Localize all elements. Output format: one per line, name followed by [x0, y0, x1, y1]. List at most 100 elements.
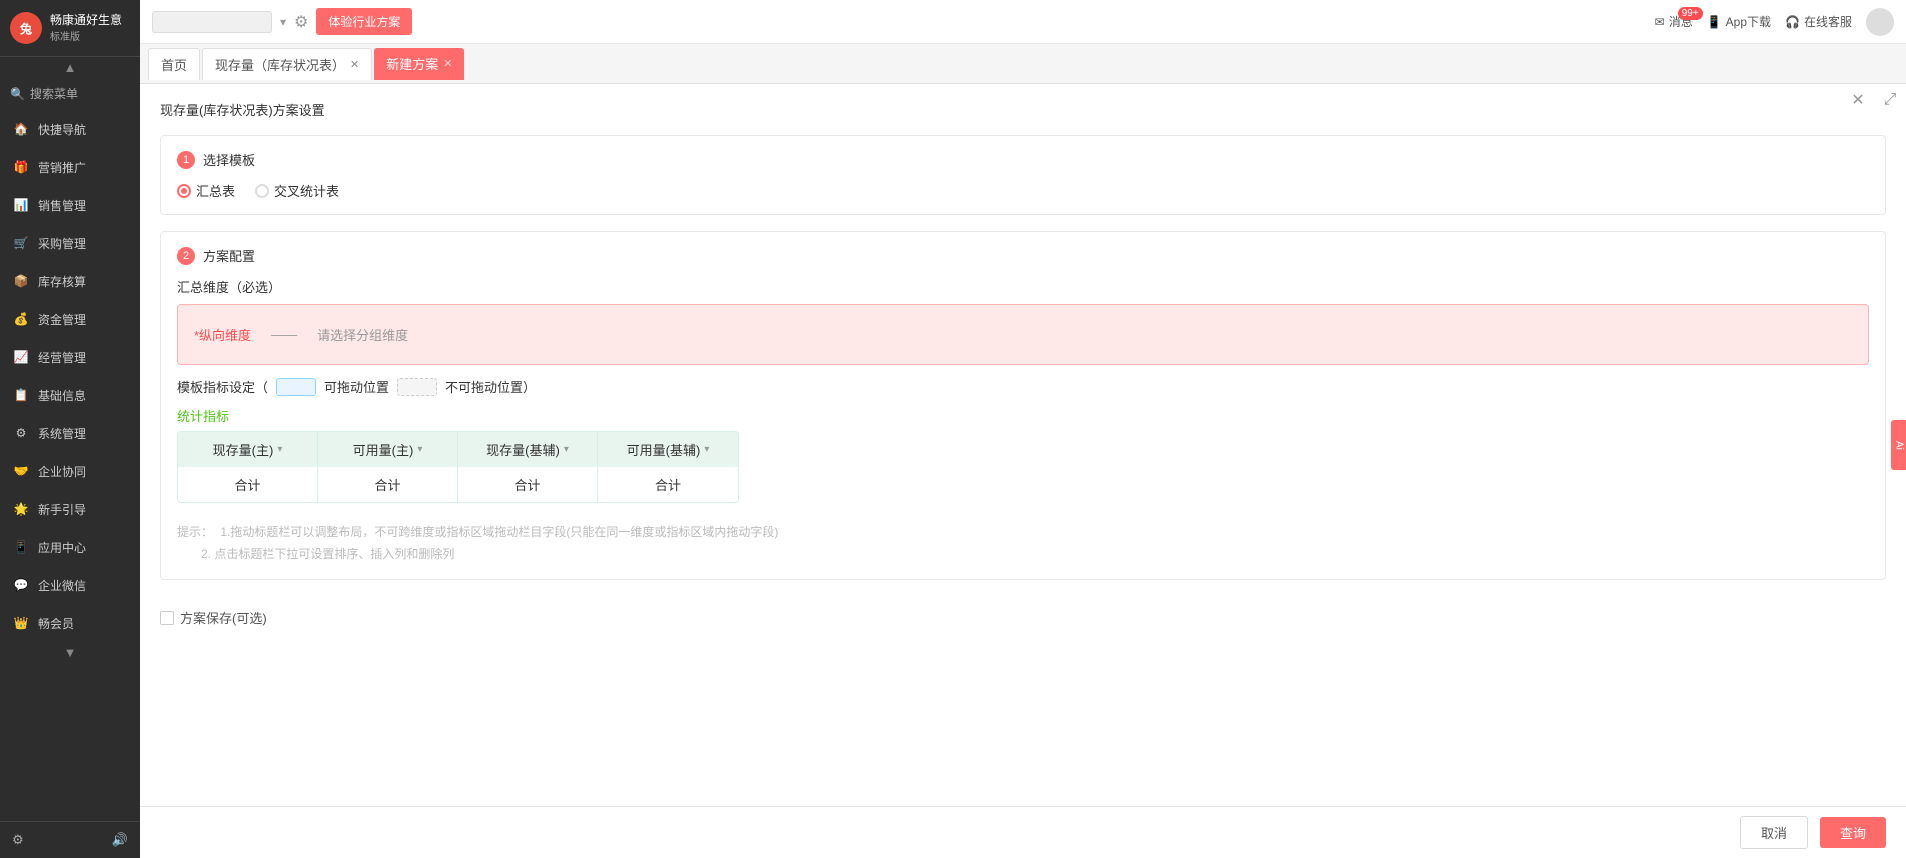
- chevron-col3-icon: ▾: [564, 444, 569, 455]
- topbar-right: ✉ 消息 99+ 📱 App下载 🎧 在线客服: [1655, 8, 1894, 36]
- chevron-col2-icon: ▾: [417, 444, 422, 455]
- logo-icon: 兔: [10, 12, 42, 44]
- dim-required-text: *纵向维度: [194, 325, 251, 344]
- chart-icon: 📊: [12, 196, 30, 214]
- stats-col-1-name: 现存量(主): [213, 440, 274, 459]
- dimension-box[interactable]: *纵向维度 —— 请选择分组维度: [177, 304, 1869, 365]
- panel-expand-btn[interactable]: ⤢: [1874, 84, 1906, 116]
- chevron-col1-icon: ▾: [277, 444, 282, 455]
- drag-label: 可拖动位置: [324, 377, 389, 396]
- sidebar-item-marketing[interactable]: 🎁 营销推广: [0, 148, 140, 186]
- panel-controls: ✕ ⤢: [1842, 84, 1906, 116]
- tab-inventory-close-icon[interactable]: ✕: [350, 58, 359, 71]
- avatar[interactable]: [1866, 8, 1894, 36]
- radio-summary[interactable]: 汇总表: [177, 181, 235, 200]
- stats-col-3[interactable]: 现存量(基辅) ▾: [458, 432, 598, 467]
- messages-btn[interactable]: ✉ 消息 99+: [1655, 13, 1693, 30]
- audio-icon[interactable]: 🔊: [112, 832, 128, 848]
- box-icon: 📦: [12, 272, 30, 290]
- stats-cell-4: 合计: [598, 467, 738, 502]
- stats-col-1[interactable]: 现存量(主) ▾: [178, 432, 318, 467]
- panel-close-btn[interactable]: ✕: [1842, 84, 1874, 116]
- home-icon: 🏠: [12, 120, 30, 138]
- topbar-gear-icon[interactable]: ⚙: [294, 12, 308, 32]
- sidebar-search[interactable]: 🔍 搜索菜单: [0, 77, 140, 110]
- step2-title: 方案配置: [203, 246, 255, 265]
- sidebar-item-inventory[interactable]: 📦 库存核算: [0, 262, 140, 300]
- stats-table-header: 现存量(主) ▾ 可用量(主) ▾ 现存量(基辅) ▾ 可用量(基辅): [178, 432, 738, 467]
- sidebar-item-guide[interactable]: 🌟 新手引导: [0, 490, 140, 528]
- topbar-left: ▾ ⚙ 体验行业方案: [152, 8, 1645, 35]
- sidebar-scroll-down[interactable]: ▼: [0, 642, 140, 662]
- stats-cell-2: 合计: [318, 467, 458, 502]
- sidebar-item-app[interactable]: 📱 应用中心: [0, 528, 140, 566]
- clipboard-icon: 📋: [12, 386, 30, 404]
- radio-cross[interactable]: 交叉统计表: [255, 181, 339, 200]
- step2-header: 2 方案配置: [177, 246, 1869, 265]
- sidebar-item-enterprise[interactable]: 🤝 企业协同: [0, 452, 140, 490]
- cart-icon: 🛒: [12, 234, 30, 252]
- tab-new-scheme[interactable]: 新建方案 ✕: [374, 48, 464, 80]
- indicator-settings: 模板指标设定（ 可拖动位置 不可拖动位置）: [177, 377, 1869, 396]
- query-button[interactable]: 查询: [1820, 817, 1886, 848]
- radio-cross-label: 交叉统计表: [274, 181, 339, 200]
- gift-icon: 🎁: [12, 158, 30, 176]
- topbar-search-input[interactable]: [152, 11, 272, 33]
- tab-inventory-status[interactable]: 现存量（库存状况表） ✕: [202, 48, 372, 80]
- stats-col-2[interactable]: 可用量(主) ▾: [318, 432, 458, 467]
- sidebar-item-finance[interactable]: 💰 资金管理: [0, 300, 140, 338]
- dim-dash: ——: [271, 327, 297, 342]
- radio-cross-dot: [255, 184, 269, 198]
- content-inner: ✕ ⤢ 现存量(库存状况表)方案设置 1 选择模板 汇总表: [140, 84, 1906, 806]
- right-side-tab[interactable]: Ai: [1891, 420, 1906, 470]
- step1-title: 选择模板: [203, 150, 255, 169]
- topbar-chevron-icon[interactable]: ▾: [280, 15, 286, 29]
- stats-col-2-name: 可用量(主): [353, 440, 414, 459]
- sidebar-item-purchase[interactable]: 🛒 采购管理: [0, 224, 140, 262]
- stats-label: 统计指标: [177, 406, 1869, 425]
- sidebar-item-operations[interactable]: 📈 经营管理: [0, 338, 140, 376]
- sidebar-logo: 兔 畅康通好生意 标准版: [0, 0, 140, 57]
- online-service-btn[interactable]: 🎧 在线客服: [1785, 13, 1852, 30]
- tab-new-scheme-close-icon[interactable]: ✕: [443, 57, 452, 70]
- app-download-btn[interactable]: 📱 App下载: [1707, 13, 1771, 30]
- sidebar-item-quick-nav[interactable]: 🏠 快捷导航: [0, 110, 140, 148]
- non-drag-box: [397, 378, 437, 396]
- app-name: 畅康通好生意: [50, 13, 122, 29]
- content-area: ✕ ⤢ 现存量(库存状况表)方案设置 1 选择模板 汇总表: [140, 84, 1906, 806]
- money-icon: 💰: [12, 310, 30, 328]
- message-icon: ✉: [1655, 15, 1665, 29]
- tab-home[interactable]: 首页: [148, 48, 200, 80]
- sidebar-bottom: ⚙ 🔊: [0, 821, 140, 858]
- trending-icon: 📈: [12, 348, 30, 366]
- ai-label: Ai: [1894, 441, 1905, 450]
- section-step1: 1 选择模板 汇总表 交叉统计表: [160, 135, 1886, 215]
- star-icon: 🌟: [12, 500, 30, 518]
- dim-placeholder: 请选择分组维度: [317, 325, 408, 344]
- save-checkbox[interactable]: [160, 611, 174, 625]
- tips-title: 提示：: [177, 525, 213, 539]
- bottom-bar: 取消 查询: [140, 806, 1906, 858]
- save-label: 方案保存(可选): [180, 608, 267, 627]
- sidebar: 兔 畅康通好生意 标准版 ▲ 🔍 搜索菜单 🏠 快捷导航 🎁 营销推广 📊 销售…: [0, 0, 140, 858]
- dimension-label: 汇总维度（必选）: [177, 277, 1869, 296]
- stats-col-4[interactable]: 可用量(基辅) ▾: [598, 432, 738, 467]
- search-icon: 🔍: [10, 87, 25, 101]
- gear-icon: ⚙: [12, 424, 30, 442]
- sidebar-item-vip[interactable]: 👑 畅会员: [0, 604, 140, 642]
- settings-icon[interactable]: ⚙: [12, 832, 24, 848]
- page-title: 现存量(库存状况表)方案设置: [160, 100, 1886, 119]
- cancel-button[interactable]: 取消: [1740, 816, 1808, 849]
- tip-1: 1.拖动标题栏可以调整布局，不可跨维度或指标区域拖动栏目字段(只能在同一维度或指…: [220, 525, 778, 539]
- main-panel: ▾ ⚙ 体验行业方案 ✉ 消息 99+ 📱 App下载 🎧 在线客服 首页: [140, 0, 1906, 858]
- chat-icon: 💬: [12, 576, 30, 594]
- sidebar-item-basic[interactable]: 📋 基础信息: [0, 376, 140, 414]
- crown-icon: 👑: [12, 614, 30, 632]
- sidebar-item-wechat[interactable]: 💬 企业微信: [0, 566, 140, 604]
- topbar: ▾ ⚙ 体验行业方案 ✉ 消息 99+ 📱 App下载 🎧 在线客服: [140, 0, 1906, 44]
- sidebar-scroll-up[interactable]: ▲: [0, 57, 140, 77]
- sidebar-item-sales[interactable]: 📊 销售管理: [0, 186, 140, 224]
- sidebar-item-system[interactable]: ⚙ 系统管理: [0, 414, 140, 452]
- stats-cell-1: 合计: [178, 467, 318, 502]
- industry-btn[interactable]: 体验行业方案: [316, 8, 412, 35]
